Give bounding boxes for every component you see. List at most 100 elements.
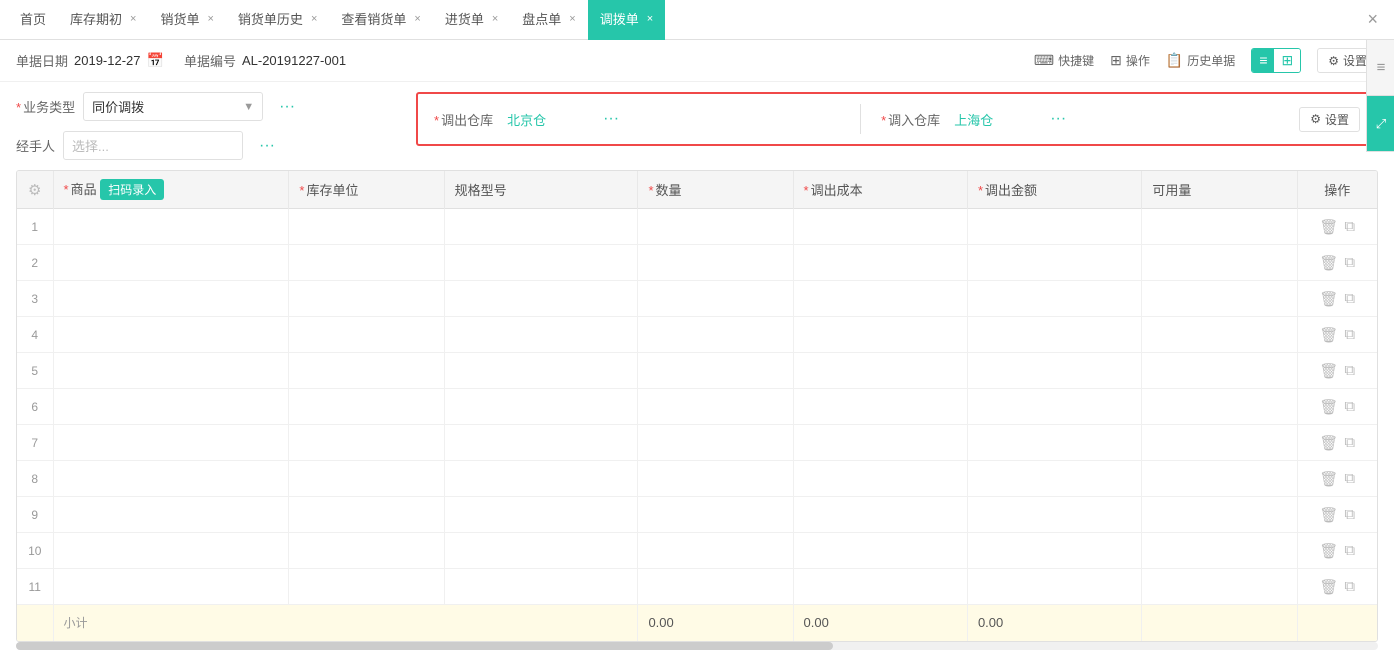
delete-icon[interactable]: 🗑 <box>1319 542 1338 560</box>
delete-icon[interactable]: 🗑 <box>1319 362 1338 380</box>
tab-sales-order[interactable]: 销货单 × <box>148 0 225 40</box>
copy-icon[interactable]: ⧉ <box>1344 398 1355 415</box>
doc-label: 单据编号 <box>184 51 236 70</box>
tab-close-purchase[interactable]: × <box>492 13 498 25</box>
target-warehouse-more[interactable]: ··· <box>1050 110 1066 128</box>
view-toggle: ≡ ⊞ <box>1251 48 1301 73</box>
col-header-amount: *调出金额 <box>967 171 1141 209</box>
biz-type-select[interactable]: 同价调拨 ▼ <box>83 92 263 121</box>
tab-close-stocktake[interactable]: × <box>569 13 575 25</box>
target-warehouse-field: *调入仓库 上海仓 ··· <box>881 110 1287 129</box>
copy-icon[interactable]: ⧉ <box>1344 506 1355 523</box>
source-warehouse-value: 北京仓 <box>507 110 587 129</box>
date-value: 2019-12-27 <box>74 53 141 68</box>
col-header-cost: *调出成本 <box>793 171 967 209</box>
tab-close-view-sales[interactable]: × <box>414 13 420 25</box>
form-section: *业务类型 同价调拨 ▼ ··· 经手人 选择... ··· <box>0 82 1394 170</box>
col-header-product: *商品 扫码录入 <box>53 171 289 209</box>
delete-icon[interactable]: 🗑 <box>1319 398 1338 416</box>
tab-close-sales-history[interactable]: × <box>311 13 317 25</box>
warehouse-settings-button[interactable]: ⚙ 设置 <box>1299 107 1360 132</box>
col-header-unit: *库存单位 <box>289 171 444 209</box>
handler-more[interactable]: ··· <box>259 137 275 155</box>
warehouse-section: *调出仓库 北京仓 ··· *调入仓库 上海仓 ··· ⚙ 设置 <box>416 92 1378 146</box>
tab-purchase[interactable]: 进货单 × <box>433 0 510 40</box>
tab-view-sales[interactable]: 查看销货单 × <box>329 0 432 40</box>
biz-type-chevron: ▼ <box>243 101 254 113</box>
tab-close-sales-order[interactable]: × <box>207 13 213 25</box>
copy-icon[interactable]: ⧉ <box>1344 218 1355 235</box>
tab-bar: 首页 库存期初 × 销货单 × 销货单历史 × 查看销货单 × 进货单 × 盘点… <box>0 0 1394 40</box>
target-warehouse-label: *调入仓库 <box>881 110 940 129</box>
table-row: 7🗑⧉ <box>17 425 1377 461</box>
delete-icon[interactable]: 🗑 <box>1319 254 1338 272</box>
scan-button[interactable]: 扫码录入 <box>100 179 164 200</box>
horizontal-scrollbar[interactable] <box>16 642 1378 650</box>
table-row: 6🗑⧉ <box>17 389 1377 425</box>
history-button[interactable]: 📋 历史单据 <box>1166 52 1235 69</box>
handler-label: 经手人 <box>16 136 55 155</box>
tab-close-transfer[interactable]: × <box>647 13 653 25</box>
source-warehouse-label: *调出仓库 <box>434 110 493 129</box>
product-table-container: ⚙ *商品 扫码录入 *库存单位 规格型号 *数量 *调出成本 <box>16 170 1378 642</box>
delete-icon[interactable]: 🗑 <box>1319 470 1338 488</box>
copy-icon[interactable]: ⧉ <box>1344 326 1355 343</box>
date-field: 单据日期 2019-12-27 📅 <box>16 51 164 70</box>
shortcuts-button[interactable]: ⌨ 快捷键 <box>1034 52 1094 69</box>
subtotal-label: 小计 <box>64 616 88 630</box>
delete-icon[interactable]: 🗑 <box>1319 506 1338 524</box>
biz-type-more[interactable]: ··· <box>279 98 295 116</box>
table-row: 10🗑⧉ <box>17 533 1377 569</box>
biz-type-label: *业务类型 <box>16 97 75 116</box>
col-header-action: 操作 <box>1297 171 1377 209</box>
subtotal-amount: 0.00 <box>967 605 1141 641</box>
list-view-button[interactable]: ≡ <box>1252 49 1274 72</box>
handler-field: 经手人 选择... ··· <box>16 131 396 160</box>
grid-view-button[interactable]: ⊞ <box>1274 49 1300 72</box>
doc-field: 单据编号 AL-20191227-001 <box>184 51 346 70</box>
tab-inventory-init[interactable]: 库存期初 × <box>58 0 148 40</box>
copy-icon[interactable]: ⧉ <box>1344 434 1355 451</box>
delete-icon[interactable]: 🗑 <box>1319 290 1338 308</box>
handler-placeholder: 选择... <box>72 136 109 155</box>
copy-icon[interactable]: ⧉ <box>1344 362 1355 379</box>
table-row: 8🗑⧉ <box>17 461 1377 497</box>
subtotal-cost: 0.00 <box>793 605 967 641</box>
copy-icon[interactable]: ⧉ <box>1344 470 1355 487</box>
toolbar: 单据日期 2019-12-27 📅 单据编号 AL-20191227-001 ⌨… <box>0 40 1394 82</box>
date-label: 单据日期 <box>16 51 68 70</box>
table-row: 9🗑⧉ <box>17 497 1377 533</box>
delete-icon[interactable]: 🗑 <box>1319 434 1338 452</box>
window-close-button[interactable]: × <box>1359 9 1386 30</box>
right-panel-expand-button[interactable]: ⤢ <box>1367 96 1394 152</box>
col-header-settings[interactable]: ⚙ <box>17 171 53 209</box>
operations-button[interactable]: ⊞ 操作 <box>1110 52 1150 69</box>
tab-stocktake[interactable]: 盘点单 × <box>510 0 587 40</box>
calendar-icon[interactable]: 📅 <box>147 52 164 69</box>
table-gear-icon[interactable]: ⚙ <box>28 182 41 199</box>
copy-icon[interactable]: ⧉ <box>1344 290 1355 307</box>
table-row: 1🗑⧉ <box>17 209 1377 245</box>
handler-select[interactable]: 选择... <box>63 131 243 160</box>
subtotal-row: 小计 0.00 0.00 0.00 <box>17 605 1377 641</box>
right-panel-list-button[interactable]: ≡ <box>1367 40 1394 96</box>
source-warehouse-more[interactable]: ··· <box>603 110 619 128</box>
copy-icon[interactable]: ⧉ <box>1344 542 1355 559</box>
tab-transfer[interactable]: 调拨单 × <box>588 0 665 40</box>
copy-icon[interactable]: ⧉ <box>1344 254 1355 271</box>
col-header-qty: *数量 <box>638 171 793 209</box>
scroll-thumb[interactable] <box>16 642 833 650</box>
delete-icon[interactable]: 🗑 <box>1319 326 1338 344</box>
target-warehouse-value: 上海仓 <box>954 110 1034 129</box>
table-header-row: ⚙ *商品 扫码录入 *库存单位 规格型号 *数量 *调出成本 <box>17 171 1377 209</box>
delete-icon[interactable]: 🗑 <box>1319 578 1338 596</box>
shortcut-icon: ⌨ <box>1034 52 1054 69</box>
copy-icon[interactable]: ⧉ <box>1344 578 1355 595</box>
tab-sales-history[interactable]: 销货单历史 × <box>226 0 329 40</box>
subtotal-qty: 0.00 <box>638 605 793 641</box>
tab-home[interactable]: 首页 <box>8 0 58 40</box>
toolbar-right: ⌨ 快捷键 ⊞ 操作 📋 历史单据 ≡ ⊞ ⚙ 设置 <box>1034 48 1378 73</box>
warehouse-divider <box>860 104 861 134</box>
delete-icon[interactable]: 🗑 <box>1319 218 1338 236</box>
tab-close-inventory-init[interactable]: × <box>130 13 136 25</box>
